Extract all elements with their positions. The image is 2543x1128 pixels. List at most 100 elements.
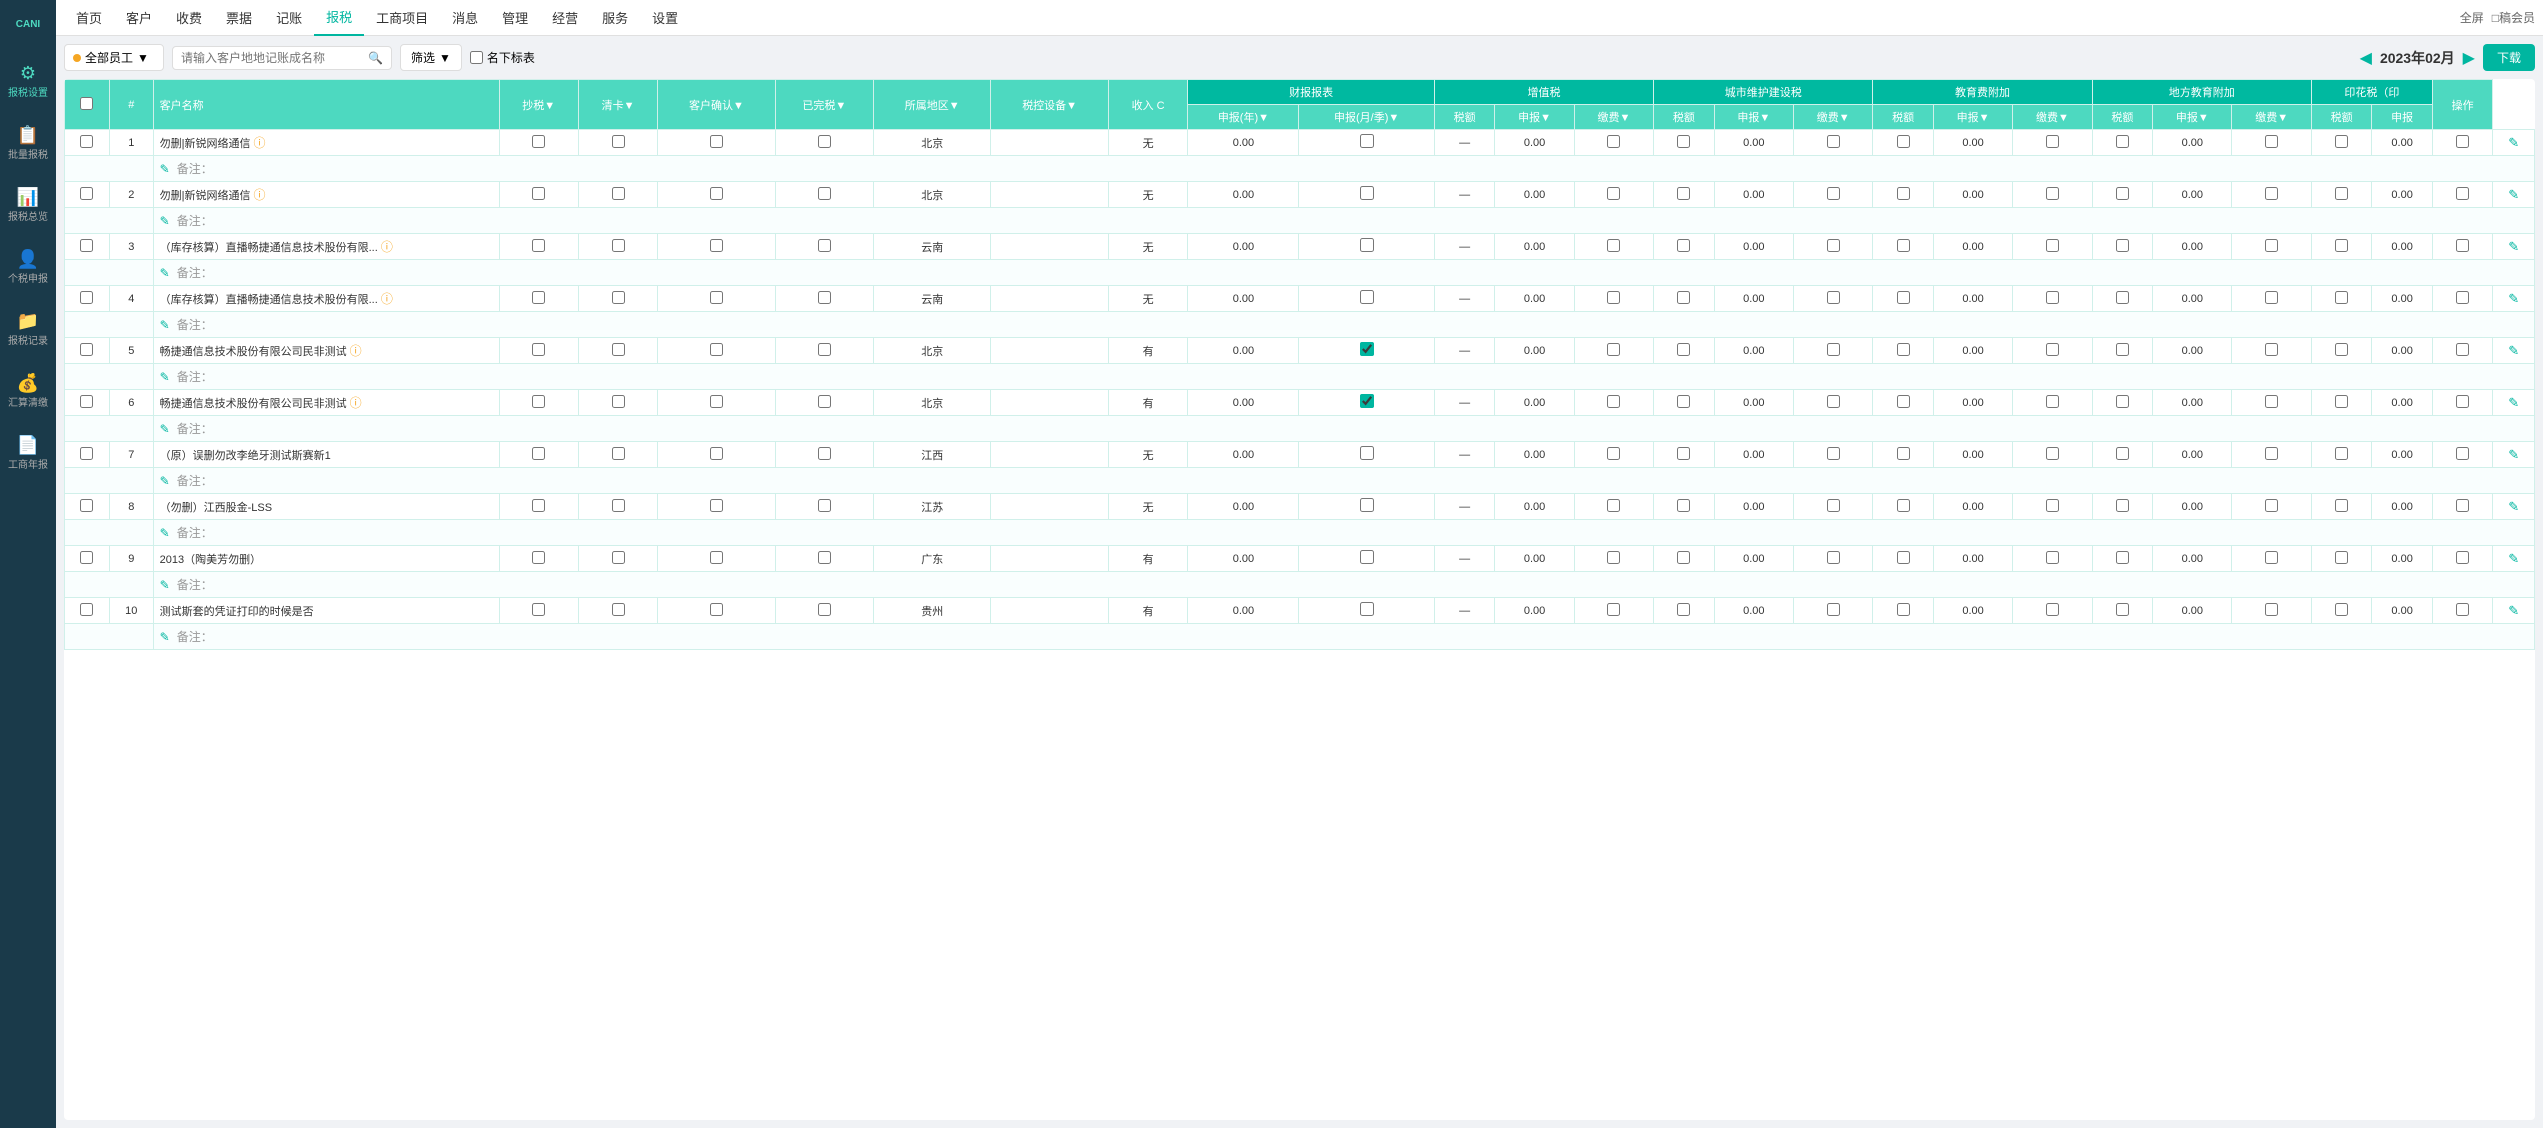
edu-pay-checkbox[interactable] <box>2116 551 2129 564</box>
edit-icon[interactable]: ✎ <box>2508 603 2519 618</box>
vat-pay-checkbox[interactable] <box>1677 187 1690 200</box>
nav-message[interactable]: 消息 <box>440 0 490 36</box>
chaosui-checkbox[interactable] <box>532 135 545 148</box>
vat-report-checkbox[interactable] <box>1607 291 1620 304</box>
row-city-pay[interactable] <box>1873 130 1934 156</box>
row-vat-pay[interactable] <box>1654 286 1715 312</box>
row-confirm[interactable] <box>658 130 775 156</box>
local-pay-checkbox[interactable] <box>2335 239 2348 252</box>
edu-report-checkbox[interactable] <box>2046 343 2059 356</box>
vat-report-checkbox[interactable] <box>1607 135 1620 148</box>
row-city-pay[interactable] <box>1873 546 1934 572</box>
wansui-checkbox[interactable] <box>818 239 831 252</box>
row-edu-report[interactable] <box>2013 338 2092 364</box>
nav-manage[interactable]: 管理 <box>490 0 540 36</box>
vat-report-checkbox[interactable] <box>1607 603 1620 616</box>
row-vat-pay[interactable] <box>1654 494 1715 520</box>
fin-year-checkbox[interactable] <box>1360 134 1374 148</box>
note-cell[interactable]: ✎ 备注： <box>153 624 2534 650</box>
stamp-report-checkbox[interactable] <box>2456 447 2469 460</box>
select-all-checkbox[interactable] <box>80 97 93 110</box>
row-fin-year[interactable] <box>1299 182 1434 208</box>
row-stamp-report[interactable] <box>2432 598 2493 624</box>
edu-report-checkbox[interactable] <box>2046 135 2059 148</box>
edit-icon[interactable]: ✎ <box>2508 187 2519 202</box>
row-local-report[interactable] <box>2232 494 2311 520</box>
row-chaosui[interactable] <box>499 494 578 520</box>
chaosui-checkbox[interactable] <box>532 291 545 304</box>
city-pay-checkbox[interactable] <box>1897 343 1910 356</box>
row-local-report[interactable] <box>2232 130 2311 156</box>
edit-icon[interactable]: ✎ <box>2508 447 2519 462</box>
row-select[interactable] <box>65 598 110 624</box>
wansui-checkbox[interactable] <box>818 499 831 512</box>
row-chaosui[interactable] <box>499 286 578 312</box>
vat-pay-checkbox[interactable] <box>1677 239 1690 252</box>
row-local-pay[interactable] <box>2311 546 2372 572</box>
row-vat-pay[interactable] <box>1654 338 1715 364</box>
row-fin-year[interactable] <box>1299 338 1434 364</box>
row-qingka[interactable] <box>578 182 657 208</box>
confirm-checkbox[interactable] <box>710 343 723 356</box>
row-checkbox[interactable] <box>80 187 93 200</box>
local-report-checkbox[interactable] <box>2265 551 2278 564</box>
confirm-checkbox[interactable] <box>710 551 723 564</box>
confirm-checkbox[interactable] <box>710 447 723 460</box>
row-edit[interactable]: ✎ <box>2493 390 2535 416</box>
row-confirm[interactable] <box>658 182 775 208</box>
row-select[interactable] <box>65 286 110 312</box>
stamp-report-checkbox[interactable] <box>2456 395 2469 408</box>
row-edit[interactable]: ✎ <box>2493 130 2535 156</box>
row-chaosui[interactable] <box>499 234 578 260</box>
city-pay-checkbox[interactable] <box>1897 187 1910 200</box>
vat-pay-checkbox[interactable] <box>1677 447 1690 460</box>
wansui-checkbox[interactable] <box>818 395 831 408</box>
row-city-pay[interactable] <box>1873 598 1934 624</box>
local-report-checkbox[interactable] <box>2265 239 2278 252</box>
vat-report-checkbox[interactable] <box>1607 499 1620 512</box>
row-city-report[interactable] <box>1793 234 1872 260</box>
row-edit[interactable]: ✎ <box>2493 182 2535 208</box>
edu-report-checkbox[interactable] <box>2046 291 2059 304</box>
row-vat-report[interactable] <box>1574 130 1653 156</box>
th-qingka[interactable]: 清卡▼ <box>578 80 657 130</box>
row-select[interactable] <box>65 338 110 364</box>
edit-icon[interactable]: ✎ <box>2508 395 2519 410</box>
wansui-checkbox[interactable] <box>818 603 831 616</box>
chaosui-checkbox[interactable] <box>532 187 545 200</box>
row-chaosui[interactable] <box>499 442 578 468</box>
row-edu-report[interactable] <box>2013 494 2092 520</box>
local-pay-checkbox[interactable] <box>2335 187 2348 200</box>
city-report-checkbox[interactable] <box>1827 499 1840 512</box>
row-qingka[interactable] <box>578 546 657 572</box>
edit-icon[interactable]: ✎ <box>2508 551 2519 566</box>
row-vat-report[interactable] <box>1574 390 1653 416</box>
row-select[interactable] <box>65 234 110 260</box>
nav-business[interactable]: 工商项目 <box>364 0 440 36</box>
city-pay-checkbox[interactable] <box>1897 447 1910 460</box>
row-select[interactable] <box>65 494 110 520</box>
client-name-cell[interactable]: 勿删|新锐网络通信 ⓘ <box>153 182 499 208</box>
vat-report-checkbox[interactable] <box>1607 239 1620 252</box>
row-edit[interactable]: ✎ <box>2493 494 2535 520</box>
named-table-checkbox[interactable] <box>470 51 483 64</box>
local-report-checkbox[interactable] <box>2265 187 2278 200</box>
chaosui-checkbox[interactable] <box>532 239 545 252</box>
row-local-report[interactable] <box>2232 234 2311 260</box>
local-report-checkbox[interactable] <box>2265 135 2278 148</box>
row-city-pay[interactable] <box>1873 182 1934 208</box>
row-wansui[interactable] <box>775 286 873 312</box>
row-city-report[interactable] <box>1793 286 1872 312</box>
chaosui-checkbox[interactable] <box>532 551 545 564</box>
edu-pay-checkbox[interactable] <box>2116 603 2129 616</box>
search-icon[interactable]: 🔍 <box>368 51 383 65</box>
row-city-report[interactable] <box>1793 546 1872 572</box>
edit-icon[interactable]: ✎ <box>2508 343 2519 358</box>
row-select[interactable] <box>65 546 110 572</box>
row-local-pay[interactable] <box>2311 286 2372 312</box>
row-confirm[interactable] <box>658 234 775 260</box>
stamp-report-checkbox[interactable] <box>2456 291 2469 304</box>
city-pay-checkbox[interactable] <box>1897 499 1910 512</box>
row-local-pay[interactable] <box>2311 390 2372 416</box>
row-local-pay[interactable] <box>2311 130 2372 156</box>
